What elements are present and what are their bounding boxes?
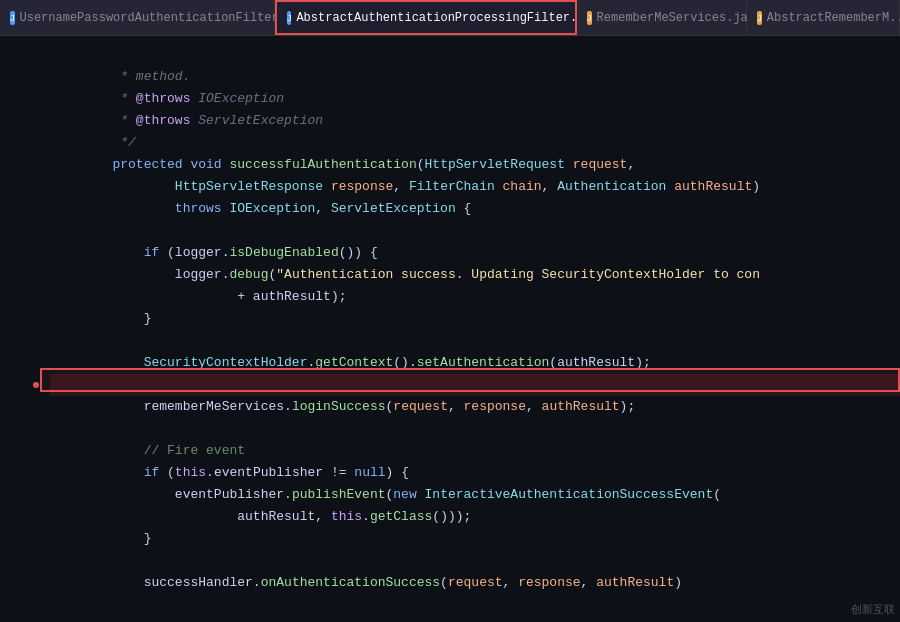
ln — [0, 308, 30, 330]
tab-label-2: AbstractAuthenticationProcessingFilter.j… — [296, 11, 606, 25]
ln — [0, 462, 30, 484]
tab-abstract-auth[interactable]: J AbstractAuthenticationProcessingFilter… — [275, 0, 577, 35]
java-icon-1: J — [10, 11, 15, 25]
ln — [0, 44, 30, 66]
code-line-14: SecurityContextHolder.getContext().setAu… — [50, 330, 900, 352]
ln — [0, 66, 30, 88]
code-content[interactable]: * method. * @throws IOException * @throw… — [40, 36, 900, 622]
ln — [0, 220, 30, 242]
code-line-24: successHandler.onAuthenticationSuccess(r… — [50, 550, 900, 572]
watermark: 创新互联 — [851, 602, 895, 617]
ln — [0, 330, 30, 352]
ln — [0, 88, 30, 110]
code-line-18: // Fire event — [50, 418, 900, 440]
ln — [0, 132, 30, 154]
breakpoint-marker — [33, 382, 39, 388]
gutter — [30, 36, 40, 622]
ln — [0, 396, 30, 418]
ln — [0, 264, 30, 286]
tab-label-1: UsernamePasswordAuthenticationFilter.jav… — [20, 11, 315, 25]
ln — [0, 110, 30, 132]
ln — [0, 484, 30, 506]
ln — [0, 176, 30, 198]
ln — [0, 550, 30, 572]
ln — [0, 374, 30, 396]
ln — [0, 352, 30, 374]
code-line-13 — [50, 308, 900, 330]
ln — [0, 572, 30, 594]
code-area: * method. * @throws IOException * @throw… — [0, 36, 900, 622]
tab-label-4: AbstractRememberM... — [767, 11, 900, 25]
code-line-1: * method. — [50, 44, 900, 66]
ln — [0, 440, 30, 462]
ln — [0, 418, 30, 440]
code-line-9: if (logger.isDebugEnabled()) { — [50, 220, 900, 242]
code-line-23 — [50, 528, 900, 550]
tab-rememberme[interactable]: J RememberMeServices.java — [577, 0, 747, 35]
ide-window: J UsernamePasswordAuthenticationFilter.j… — [0, 0, 900, 622]
code-line-5: protected void successfulAuthentication(… — [50, 132, 900, 154]
java-icon-4: J — [757, 11, 762, 25]
ln — [0, 528, 30, 550]
tab-usernamepassword[interactable]: J UsernamePasswordAuthenticationFilter.j… — [0, 0, 275, 35]
ln — [0, 286, 30, 308]
tab-bar: J UsernamePasswordAuthenticationFilter.j… — [0, 0, 900, 36]
line-numbers — [0, 36, 30, 622]
ln — [0, 198, 30, 220]
tab-label-3: RememberMeServices.java — [597, 11, 763, 25]
java-icon-2: J — [287, 11, 292, 25]
java-icon-3: J — [587, 11, 592, 25]
ln — [0, 242, 30, 264]
ln — [0, 506, 30, 528]
tab-abstract-rememberme[interactable]: J AbstractRememberM... — [747, 0, 900, 35]
watermark-text: 创新互联 — [851, 603, 895, 615]
ln — [0, 154, 30, 176]
code-line-16-highlighted: rememberMeServices.loginSuccess(request,… — [50, 374, 900, 396]
